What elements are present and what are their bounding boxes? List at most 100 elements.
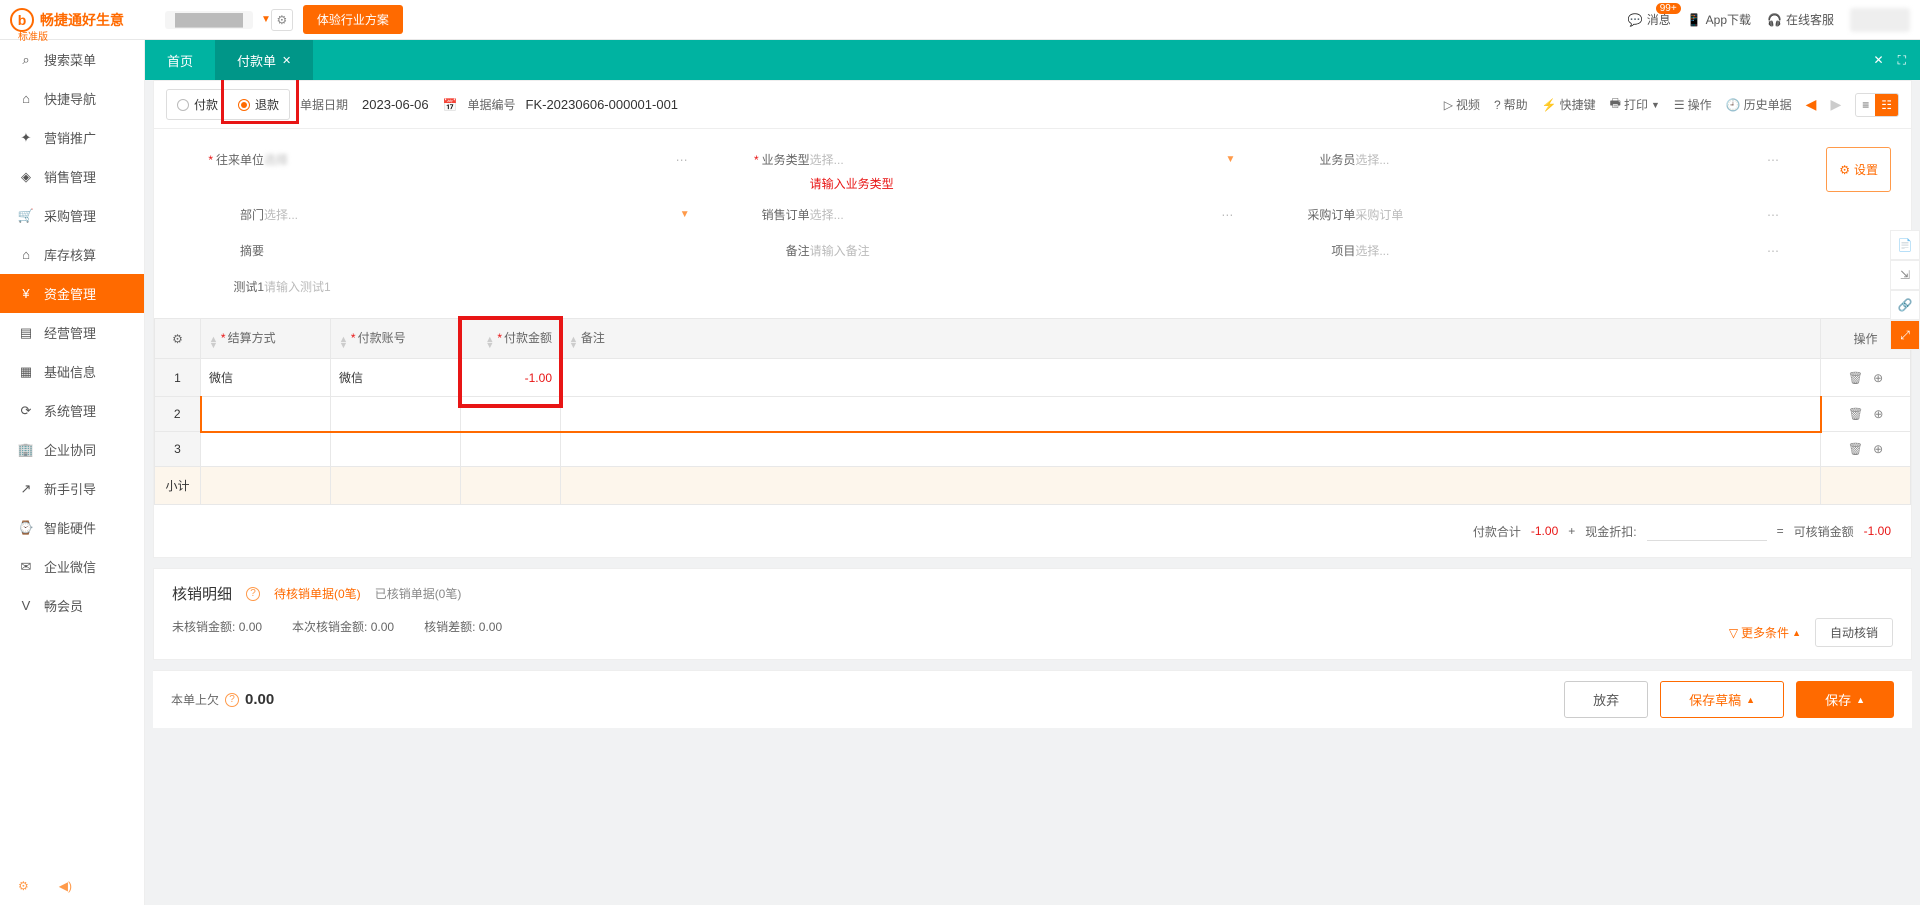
save-button[interactable]: 保存▲ bbox=[1796, 681, 1894, 718]
col-settle-method[interactable]: ▲▼*结算方式 bbox=[201, 319, 331, 359]
sidebar-label: 快捷导航 bbox=[44, 89, 96, 108]
summary-input[interactable] bbox=[264, 238, 690, 261]
more-conditions-link[interactable]: ▽更多条件▲ bbox=[1729, 624, 1801, 641]
test1-input[interactable]: 请输入测试1 bbox=[264, 274, 741, 300]
help-icon[interactable]: ? bbox=[246, 587, 260, 601]
row-index: 2 bbox=[155, 397, 201, 432]
biztype-select[interactable]: 选择...▼ bbox=[810, 147, 1236, 173]
auto-verify-button[interactable]: 自动核销 bbox=[1815, 618, 1893, 647]
user-avatar[interactable] bbox=[1850, 8, 1910, 32]
delete-icon[interactable]: 🗑 bbox=[1848, 407, 1863, 421]
tab-label: 首页 bbox=[167, 51, 193, 70]
sidebar-item-hardware[interactable]: ⌚智能硬件 bbox=[0, 508, 144, 547]
cell-settle[interactable] bbox=[201, 432, 331, 467]
sidebar-item-system[interactable]: ⟳系统管理 bbox=[0, 391, 144, 430]
cell-account[interactable] bbox=[331, 432, 461, 467]
sidebar-item-purchase[interactable]: 🛒采购管理 bbox=[0, 196, 144, 235]
cell-account[interactable]: 微信 bbox=[331, 359, 461, 397]
video-link[interactable]: ▷视频 bbox=[1444, 96, 1480, 113]
customer-service-link[interactable]: 🎧 在线客服 bbox=[1767, 11, 1834, 28]
cell-amount[interactable]: -1.00 bbox=[461, 359, 561, 397]
radio-refund[interactable]: 退款 bbox=[228, 90, 289, 119]
close-icon[interactable]: ✕ bbox=[282, 54, 291, 67]
cell-ops: 🗑⊕ bbox=[1821, 359, 1911, 397]
warehouse-icon: ⌂ bbox=[18, 247, 34, 263]
cell-account[interactable] bbox=[331, 397, 461, 432]
cell-amount[interactable] bbox=[461, 397, 561, 432]
view-list-button[interactable]: ≡ bbox=[1856, 94, 1875, 116]
history-link[interactable]: 🕘历史单据 bbox=[1726, 96, 1792, 113]
sidebar-item-wecom[interactable]: ✉企业微信 bbox=[0, 547, 144, 586]
float-export-icon[interactable]: ⇲ bbox=[1890, 260, 1920, 290]
app-download-link[interactable]: 📱 App下载 bbox=[1687, 11, 1751, 28]
cell-remark[interactable] bbox=[561, 359, 1821, 397]
gear-icon[interactable]: ⚙ bbox=[18, 879, 29, 893]
tab-home[interactable]: 首页 bbox=[145, 40, 215, 80]
col-settings[interactable]: ⚙ bbox=[155, 319, 201, 359]
operate-link[interactable]: ☰操作 bbox=[1674, 96, 1712, 113]
tab-payment[interactable]: 付款单 ✕ bbox=[215, 40, 313, 80]
sidebar-item-search[interactable]: ⌕搜索菜单 bbox=[0, 40, 144, 79]
cell-amount[interactable] bbox=[461, 432, 561, 467]
radio-pay[interactable]: 付款 bbox=[167, 90, 228, 119]
tab-close-button[interactable]: ✕ bbox=[1874, 53, 1884, 67]
next-doc-button[interactable]: ▶ bbox=[1830, 96, 1841, 113]
project-select[interactable]: 选择...⋯ bbox=[1355, 238, 1781, 264]
col-pay-amount[interactable]: ▲▼*付款金额 bbox=[461, 319, 561, 359]
print-link[interactable]: 🖶打印▼ bbox=[1610, 94, 1660, 115]
sidebar-item-basedata[interactable]: ▦基础信息 bbox=[0, 352, 144, 391]
cell-remark[interactable] bbox=[561, 432, 1821, 467]
help-link[interactable]: ?帮助 bbox=[1494, 96, 1528, 113]
col-pay-account[interactable]: ▲▼*付款账号 bbox=[331, 319, 461, 359]
add-row-icon[interactable]: ⊕ bbox=[1873, 407, 1883, 421]
sidebar-item-marketing[interactable]: ✦营销推广 bbox=[0, 118, 144, 157]
settings-icon-button[interactable]: ⚙ bbox=[271, 9, 293, 31]
fullscreen-icon[interactable]: ⛶ bbox=[1898, 53, 1906, 68]
save-draft-button[interactable]: 保存草稿▲ bbox=[1660, 681, 1784, 718]
col-remark[interactable]: ▲▼备注 bbox=[561, 319, 1821, 359]
cell-settle[interactable]: 微信 bbox=[201, 359, 331, 397]
sidebar-item-guide[interactable]: ↗新手引导 bbox=[0, 469, 144, 508]
cell-remark[interactable] bbox=[561, 397, 1821, 432]
abandon-button[interactable]: 放弃 bbox=[1564, 681, 1648, 718]
purchase-order-select[interactable]: 采购订单⋯ bbox=[1355, 202, 1781, 228]
shortcut-link[interactable]: ⚡快捷键 bbox=[1542, 96, 1596, 113]
add-row-icon[interactable]: ⊕ bbox=[1873, 371, 1883, 385]
messages-link[interactable]: 💬 消息 99+ bbox=[1628, 11, 1671, 28]
sidebar-item-collab[interactable]: 🏢企业协同 bbox=[0, 430, 144, 469]
help-icon[interactable]: ? bbox=[225, 693, 239, 707]
page-tabs: 首页 付款单 ✕ ✕ ⛶ bbox=[145, 40, 1920, 80]
calendar-icon[interactable]: 📅 bbox=[443, 98, 458, 112]
settings-button[interactable]: ⚙设置 bbox=[1826, 147, 1891, 192]
partner-select[interactable]: 选择⋯ bbox=[264, 147, 690, 173]
collapse-icon[interactable]: ◀) bbox=[59, 879, 72, 893]
delete-icon[interactable]: 🗑 bbox=[1848, 442, 1863, 456]
summary-label: 摘要 bbox=[240, 244, 264, 258]
sidebar-item-funds[interactable]: ¥资金管理 bbox=[0, 274, 144, 313]
discount-input[interactable] bbox=[1647, 521, 1767, 541]
sidebar-item-quicknav[interactable]: ⌂快捷导航 bbox=[0, 79, 144, 118]
tab-done-verify[interactable]: 已核销单据(0笔) bbox=[375, 585, 462, 602]
prev-doc-button[interactable]: ◀ bbox=[1806, 96, 1817, 113]
delete-icon[interactable]: 🗑 bbox=[1848, 371, 1863, 385]
float-expand-icon[interactable]: ⤢ bbox=[1890, 320, 1920, 350]
dept-select[interactable]: 选择...▼ bbox=[264, 202, 690, 228]
sidebar-item-sales[interactable]: ◈销售管理 bbox=[0, 157, 144, 196]
sidebar-item-inventory[interactable]: ⌂库存核算 bbox=[0, 235, 144, 274]
float-note-icon[interactable]: 📄 bbox=[1890, 230, 1920, 260]
cell-settle[interactable] bbox=[201, 397, 331, 432]
trial-plan-button[interactable]: 体验行业方案 bbox=[303, 5, 403, 34]
logo-area: b 畅捷通好生意 标准版 bbox=[10, 8, 155, 32]
verification-card: 核销明细 ? 待核销单据(0笔) 已核销单据(0笔) 未核销金额: 0.00 本… bbox=[153, 568, 1912, 660]
sidebar-item-member[interactable]: V畅会员 bbox=[0, 586, 144, 625]
company-selector[interactable]: ████████ ▼ bbox=[165, 11, 271, 29]
add-row-icon[interactable]: ⊕ bbox=[1873, 442, 1883, 456]
date-value[interactable]: 2023-06-06 bbox=[358, 95, 433, 114]
sidebar-item-business[interactable]: ▤经营管理 bbox=[0, 313, 144, 352]
remark-input[interactable]: 请输入备注 bbox=[810, 238, 1236, 264]
tab-pending-verify[interactable]: 待核销单据(0笔) bbox=[274, 585, 361, 602]
clerk-select[interactable]: 选择...⋯ bbox=[1355, 147, 1781, 173]
float-link-icon[interactable]: 🔗 bbox=[1890, 290, 1920, 320]
view-form-button[interactable]: ☷ bbox=[1875, 94, 1898, 116]
sale-order-select[interactable]: 选择...⋯ bbox=[810, 202, 1236, 228]
